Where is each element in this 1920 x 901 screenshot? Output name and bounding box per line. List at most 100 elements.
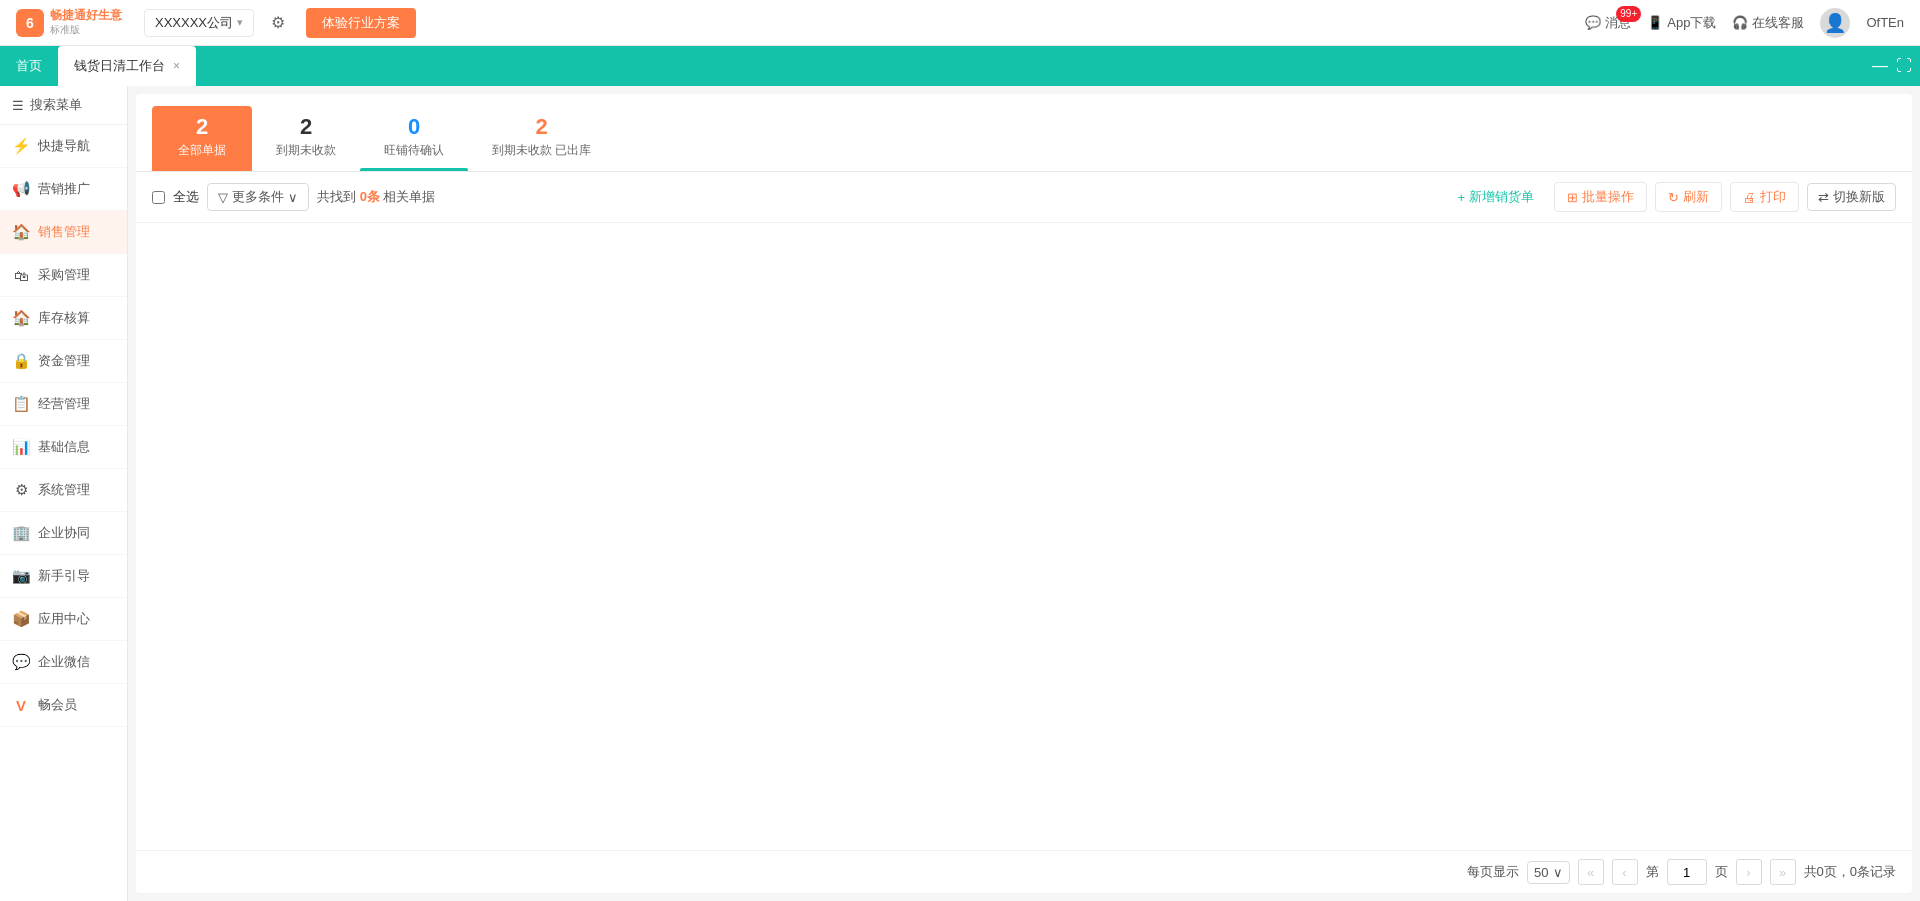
sidebar-item-guide[interactable]: 📷 新手引导 [0, 555, 127, 598]
online-service-icon: 🎧 [1732, 15, 1748, 30]
app-download-label: App下载 [1667, 14, 1716, 32]
sidebar-item-quick-nav[interactable]: ⚡ 快捷导航 [0, 125, 127, 168]
header-right: 💬 消息 99+ 📱 App下载 🎧 在线客服 👤 OfTEn [1585, 8, 1904, 38]
tab-home[interactable]: 首页 [0, 46, 58, 86]
username-area[interactable]: OfTEn [1866, 15, 1904, 30]
app-download-action[interactable]: 📱 App下载 [1647, 14, 1716, 32]
wechat-label: 企业微信 [38, 653, 90, 671]
sidebar-item-capital[interactable]: 🔒 资金管理 [0, 340, 127, 383]
sidebar-item-app-center[interactable]: 📦 应用中心 [0, 598, 127, 641]
basic-info-label: 基础信息 [38, 438, 90, 456]
toolbar-right: + 新增销货单 ⊞ 批量操作 ↻ 刷新 🖨 打印 [1445, 182, 1896, 212]
prev-page-button[interactable]: ‹ [1612, 859, 1638, 885]
avatar[interactable]: 👤 [1820, 8, 1850, 38]
stat-label-all: 全部单据 [178, 142, 226, 159]
sidebar-item-inventory[interactable]: 🏠 库存核算 [0, 297, 127, 340]
stat-tab-wangpu[interactable]: 0 旺铺待确认 [360, 106, 468, 171]
member-label: 畅会员 [38, 696, 77, 714]
print-label: 打印 [1760, 188, 1786, 206]
toolbar: 全选 ▽ 更多条件 ∨ 共找到 0条 相关单据 + 新增销货单 [136, 172, 1912, 223]
system-label: 系统管理 [38, 481, 90, 499]
page-label: 第 [1646, 863, 1659, 881]
batch-operation-button[interactable]: ⊞ 批量操作 [1554, 182, 1647, 212]
guide-label: 新手引导 [38, 567, 90, 585]
first-page-button[interactable]: « [1578, 859, 1604, 885]
settings-icon[interactable]: ⚙ [262, 7, 294, 39]
search-label: 搜索菜单 [30, 96, 82, 114]
sidebar-item-operations[interactable]: 📋 经营管理 [0, 383, 127, 426]
content-inner: 2 全部单据 2 到期未收款 0 旺铺待确认 2 到期未收款 已出库 [136, 94, 1912, 893]
online-service-action[interactable]: 🎧 在线客服 [1732, 14, 1804, 32]
empty-content-area [136, 223, 1912, 850]
switch-version-button[interactable]: ⇄ 切换新版 [1807, 183, 1896, 211]
sidebar-item-member[interactable]: V 畅会员 [0, 684, 127, 727]
operations-icon: 📋 [12, 395, 30, 413]
filter-button[interactable]: ▽ 更多条件 ∨ [207, 183, 309, 211]
message-action[interactable]: 💬 消息 99+ [1585, 14, 1631, 32]
tab-bar: 首页 钱货日清工作台 × — ⛶ [0, 46, 1920, 86]
stat-count-wangpu: 0 [408, 114, 420, 140]
company-name: XXXXXX公司 [155, 14, 233, 32]
guide-icon: 📷 [12, 567, 30, 585]
enterprise-icon: 🏢 [12, 524, 30, 542]
page-end-label: 页 [1715, 863, 1728, 881]
stat-label-overdue: 到期未收款 [276, 142, 336, 159]
sidebar-item-basic-info[interactable]: 📊 基础信息 [0, 426, 127, 469]
message-icon: 💬 [1585, 15, 1601, 30]
sidebar-item-purchase[interactable]: 🛍 采购管理 [0, 254, 127, 297]
add-icon: + [1457, 190, 1465, 205]
page-size-value: 50 [1534, 865, 1548, 880]
app-download-icon: 📱 [1647, 15, 1663, 30]
pagination-bar: 每页显示 50 ∨ « ‹ 第 页 › » [136, 850, 1912, 893]
tab-close-icon[interactable]: × [173, 59, 180, 73]
sidebar-item-sales[interactable]: 🏠 销售管理 [0, 211, 127, 254]
trial-button[interactable]: 体验行业方案 [306, 8, 416, 38]
filter-label: 更多条件 [232, 188, 284, 206]
stat-label-wangpu: 旺铺待确认 [384, 142, 444, 159]
main-layout: ☰ 搜索菜单 ⚡ 快捷导航 📢 营销推广 🏠 销售管理 🛍 采购管理 🏠 库存核… [0, 86, 1920, 901]
app-center-label: 应用中心 [38, 610, 90, 628]
inventory-icon: 🏠 [12, 309, 30, 327]
refresh-icon: ↻ [1668, 190, 1679, 205]
tab-home-label: 首页 [16, 57, 42, 75]
tab-minimize-icon[interactable]: — [1872, 57, 1888, 75]
tab-active[interactable]: 钱货日清工作台 × [58, 46, 196, 86]
company-dropdown-arrow: ▾ [237, 16, 243, 29]
add-sale-button[interactable]: + 新增销货单 [1445, 183, 1546, 211]
sidebar-item-wechat[interactable]: 💬 企业微信 [0, 641, 127, 684]
purchase-label: 采购管理 [38, 266, 90, 284]
stat-count-all: 2 [196, 114, 208, 140]
filter-arrow-icon: ∨ [288, 190, 298, 205]
stats-tabs: 2 全部单据 2 到期未收款 0 旺铺待确认 2 到期未收款 已出库 [136, 94, 1912, 172]
next-page-icon: › [1746, 865, 1750, 880]
select-all-checkbox[interactable] [152, 191, 165, 204]
member-icon: V [12, 697, 30, 714]
logo-area: 6 畅捷通好生意 标准版 [16, 8, 144, 38]
refresh-button[interactable]: ↻ 刷新 [1655, 182, 1722, 212]
company-selector[interactable]: XXXXXX公司 ▾ [144, 9, 254, 37]
marketing-icon: 📢 [12, 180, 30, 198]
tab-maximize-icon[interactable]: ⛶ [1896, 57, 1912, 75]
add-label: 新增销货单 [1469, 188, 1534, 206]
sidebar-item-system[interactable]: ⚙ 系统管理 [0, 469, 127, 512]
page-size-select[interactable]: 50 ∨ [1527, 861, 1569, 884]
print-button[interactable]: 🖨 打印 [1730, 182, 1799, 212]
next-page-button[interactable]: › [1736, 859, 1762, 885]
operations-label: 经营管理 [38, 395, 90, 413]
sidebar-item-marketing[interactable]: 📢 营销推广 [0, 168, 127, 211]
found-prefix: 共找到 [317, 189, 356, 204]
system-icon: ⚙ [12, 481, 30, 499]
select-all-label: 全选 [173, 188, 199, 206]
avatar-icon: 👤 [1824, 12, 1846, 34]
stat-tab-shipped[interactable]: 2 到期未收款 已出库 [468, 106, 615, 171]
wechat-icon: 💬 [12, 653, 30, 671]
stat-tab-all[interactable]: 2 全部单据 [152, 106, 252, 171]
sidebar-item-enterprise[interactable]: 🏢 企业协同 [0, 512, 127, 555]
sales-icon: 🏠 [12, 223, 30, 241]
stat-tab-overdue[interactable]: 2 到期未收款 [252, 106, 360, 171]
page-number-input[interactable] [1667, 859, 1707, 885]
batch-icon: ⊞ [1567, 190, 1578, 205]
switch-icon: ⇄ [1818, 190, 1829, 205]
last-page-button[interactable]: » [1770, 859, 1796, 885]
sidebar-search[interactable]: ☰ 搜索菜单 [0, 86, 127, 125]
